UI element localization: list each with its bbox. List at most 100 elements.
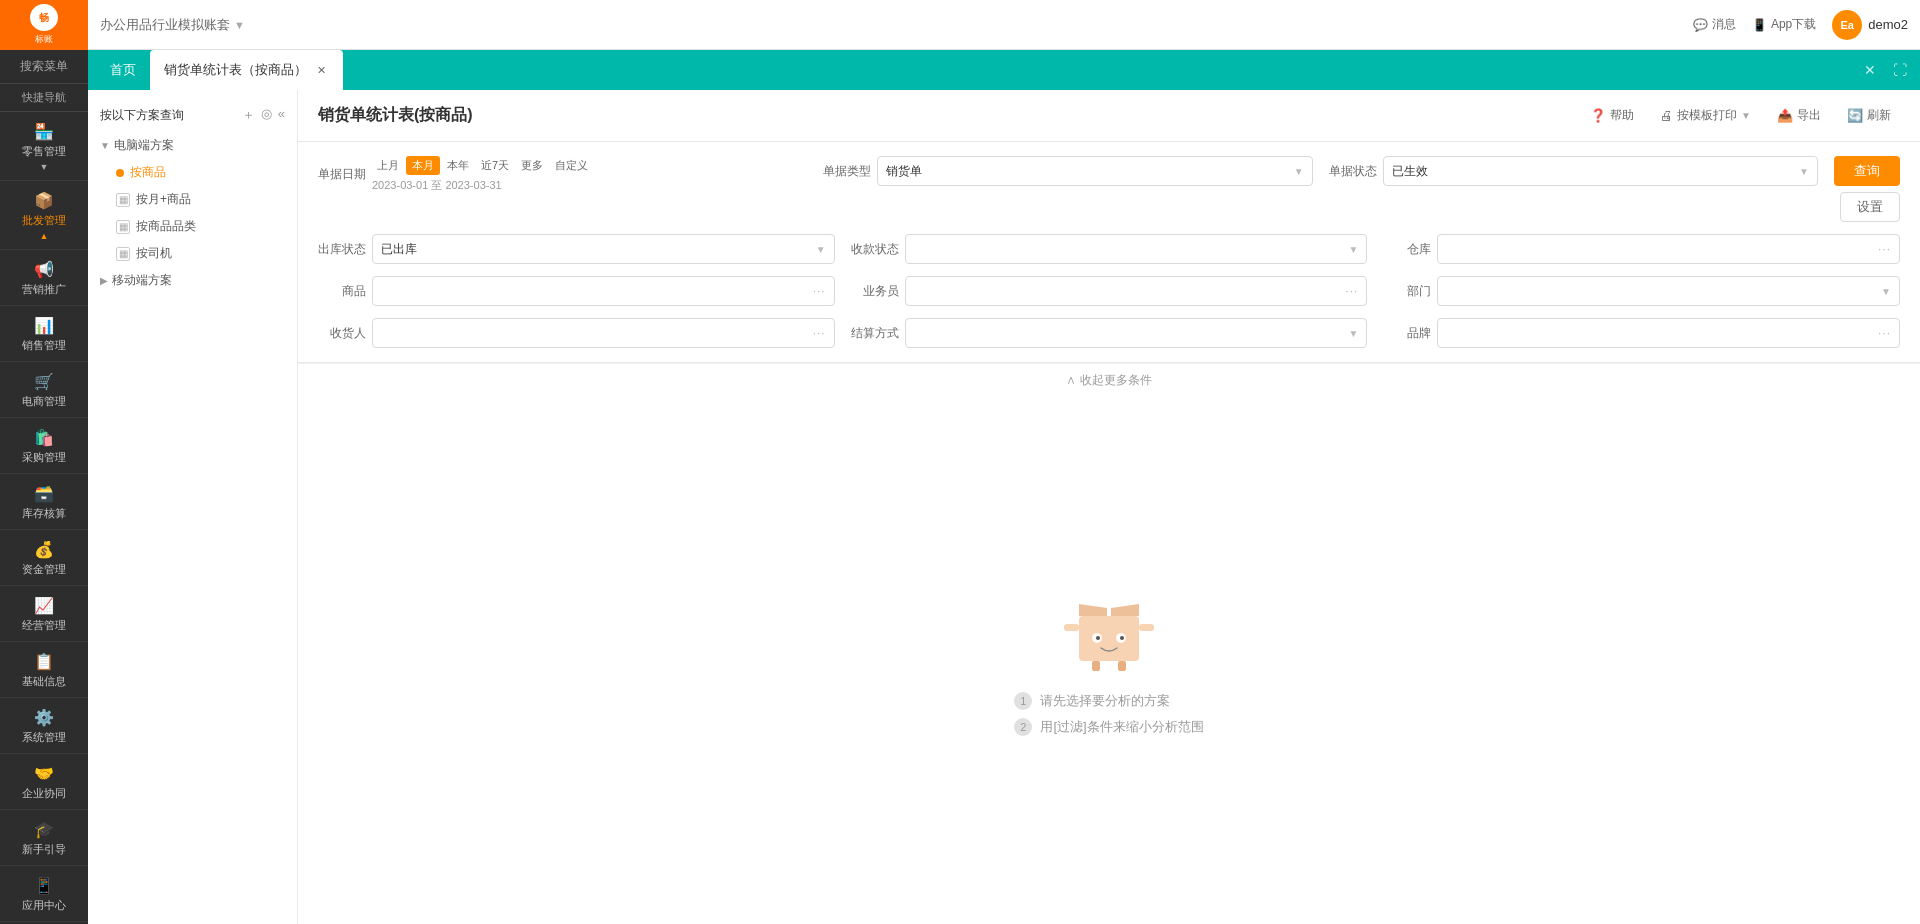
tab-home[interactable]: 首页 <box>96 50 150 90</box>
product-input[interactable]: ··· <box>372 276 835 306</box>
brand-label: 品牌 <box>1383 325 1431 342</box>
hint-1-text: 请先选择要分析的方案 <box>1040 692 1170 710</box>
receiver-label: 收货人 <box>318 325 366 342</box>
hint-2-num: 2 <box>1014 718 1032 736</box>
tree-item-by-product[interactable]: 按商品 <box>104 159 297 186</box>
sidebar-item-system[interactable]: ⚙️ 系统管理 <box>0 698 88 754</box>
sidebar-item-wholesale[interactable]: 📦 批发管理 ▲ <box>0 181 88 250</box>
tab-report-close[interactable]: ✕ <box>313 62 329 78</box>
sidebar-item-retail[interactable]: 🏪 零售管理 ▼ <box>0 112 88 181</box>
out-status-label: 出库状态 <box>318 241 366 258</box>
sidebar-item-purchase[interactable]: 🛍️ 采购管理 <box>0 418 88 474</box>
app-download-action[interactable]: 📱 App下载 <box>1752 16 1816 33</box>
collapse-bar[interactable]: ∧ 收起更多条件 <box>298 363 1920 397</box>
sidebar-logo[interactable]: 畅 标账 <box>0 0 88 50</box>
collapse-panel-icon[interactable]: « <box>278 106 285 124</box>
department-wrapper: 部门 ▼ <box>1383 276 1900 306</box>
add-scheme-icon[interactable]: ＋ <box>242 106 255 124</box>
sidebar-item-retail-label: 零售管理 <box>22 144 66 159</box>
topbar-chevron[interactable]: ▼ <box>234 19 245 31</box>
svg-rect-8 <box>1139 624 1154 631</box>
sidebar-item-finance[interactable]: 💰 资金管理 <box>0 530 88 586</box>
tab-report-label: 销货单统计表（按商品） <box>164 61 307 79</box>
inventory-icon: 🗃️ <box>34 484 54 503</box>
tab-report[interactable]: 销货单统计表（按商品） ✕ <box>150 50 343 90</box>
left-panel-header: 按以下方案查询 ＋ ◎ « <box>88 100 297 132</box>
brand-wrapper: 品牌 ··· <box>1383 318 1900 348</box>
page-title: 销货单统计表(按商品) <box>318 105 473 126</box>
sidebar-item-wholesale-label: 批发管理 <box>22 213 66 228</box>
message-icon: 💬 <box>1693 18 1708 32</box>
sidebar-item-operations[interactable]: 📈 经营管理 <box>0 586 88 642</box>
type-label: 单据类型 <box>823 163 871 180</box>
hint-1-num: 1 <box>1014 692 1032 710</box>
sidebar-item-apps[interactable]: 📱 应用中心 <box>0 866 88 922</box>
hint-2-text: 用[过滤]条件来缩小分析范围 <box>1040 718 1203 736</box>
payment-method-select[interactable]: ▼ <box>905 318 1368 348</box>
sidebar-item-marketing[interactable]: 📢 营销推广 <box>0 250 88 306</box>
date-tab-custom[interactable]: 自定义 <box>550 156 593 175</box>
sidebar-item-inventory[interactable]: 🗃️ 库存核算 <box>0 474 88 530</box>
by-month-product-label: 按月+商品 <box>136 191 191 208</box>
query-button[interactable]: 查询 <box>1834 156 1900 186</box>
page-header-actions: ❓ 帮助 🖨 按模板打印 ▼ 📤 导出 <box>1581 102 1900 129</box>
tree-mobile-section[interactable]: ▶ 移动端方案 <box>88 267 297 294</box>
status-select[interactable]: 已生效 ▼ <box>1383 156 1818 186</box>
date-tab-this-year[interactable]: 本年 <box>442 156 474 175</box>
page-header: 销货单统计表(按商品) ❓ 帮助 🖨 按模板打印 ▼ <box>298 90 1920 142</box>
template-print-button[interactable]: 🖨 按模板打印 ▼ <box>1651 102 1760 129</box>
topbar-title-text: 办公用品行业模拟账套 <box>100 16 230 34</box>
product-label: 商品 <box>318 283 366 300</box>
help-button[interactable]: ❓ 帮助 <box>1581 102 1643 129</box>
date-field-wrapper: 单据日期 上月 本月 本年 近7天 更多 自定义 20 <box>318 156 807 193</box>
type-select[interactable]: 销货单 ▼ <box>877 156 1312 186</box>
sidebar-item-basic[interactable]: 📋 基础信息 <box>0 642 88 698</box>
left-panel: 按以下方案查询 ＋ ◎ « ▼ 电脑端方案 按商品 <box>88 90 298 924</box>
sidebar-search[interactable]: 搜索菜单 <box>0 50 88 84</box>
target-icon[interactable]: ◎ <box>261 106 272 124</box>
settings-button[interactable]: 设置 <box>1840 192 1900 222</box>
tree-pc-section[interactable]: ▼ 电脑端方案 <box>88 132 297 159</box>
date-control: 上月 本月 本年 近7天 更多 自定义 2023-03-01 至 2023-03… <box>372 156 807 193</box>
date-tab-this-month[interactable]: 本月 <box>406 156 440 175</box>
ecommerce-icon: 🛒 <box>34 372 54 391</box>
export-button[interactable]: 📤 导出 <box>1768 102 1830 129</box>
receiver-input[interactable]: ··· <box>372 318 835 348</box>
date-range: 2023-03-01 至 2023-03-31 <box>372 178 807 193</box>
purchase-icon: 🛍️ <box>34 428 54 447</box>
maximize-button[interactable]: ⛶ <box>1888 58 1912 82</box>
tree-item-by-product-category[interactable]: ▦ 按商品品类 <box>104 213 297 240</box>
date-tab-more[interactable]: 更多 <box>516 156 548 175</box>
tree-item-by-company[interactable]: ▦ 按司机 <box>104 240 297 267</box>
sidebar-item-enterprise[interactable]: 🤝 企业协同 <box>0 754 88 810</box>
empty-state: 1 请先选择要分析的方案 2 用[过滤]条件来缩小分析范围 <box>298 397 1920 924</box>
salesperson-input[interactable]: ··· <box>905 276 1368 306</box>
sidebar-item-newbie[interactable]: 🎓 新手引导 <box>0 810 88 866</box>
retail-icon: 🏪 <box>34 122 54 141</box>
warehouse-wrapper: 仓库 ··· <box>1383 234 1900 264</box>
refresh-button[interactable]: 🔄 刷新 <box>1838 102 1900 129</box>
date-tab-7days[interactable]: 近7天 <box>476 156 514 175</box>
sidebar-item-sales[interactable]: 📊 销售管理 <box>0 306 88 362</box>
date-tab-last-month[interactable]: 上月 <box>372 156 404 175</box>
pc-section-chevron: ▼ <box>100 140 110 151</box>
warehouse-label: 仓库 <box>1383 241 1431 258</box>
sidebar-item-finance-label: 资金管理 <box>22 562 66 577</box>
close-button[interactable]: ✕ <box>1858 58 1882 82</box>
department-select[interactable]: ▼ <box>1437 276 1900 306</box>
collect-status-select[interactable]: ▼ <box>905 234 1368 264</box>
sidebar-item-ecommerce[interactable]: 🛒 电商管理 <box>0 362 88 418</box>
warehouse-input[interactable]: ··· <box>1437 234 1900 264</box>
page-content: 按以下方案查询 ＋ ◎ « ▼ 电脑端方案 按商品 <box>88 90 1920 924</box>
out-status-select[interactable]: 已出库 ▼ <box>372 234 835 264</box>
right-panel: 销货单统计表(按商品) ❓ 帮助 🖨 按模板打印 ▼ <box>298 90 1920 924</box>
tree-item-by-month-product[interactable]: ▦ 按月+商品 <box>104 186 297 213</box>
user-area[interactable]: Ea demo2 <box>1832 10 1908 40</box>
active-dot <box>116 169 124 177</box>
product-wrapper: 商品 ··· <box>318 276 835 306</box>
sidebar-quick-nav[interactable]: 快捷导航 <box>0 84 88 112</box>
logo-icon: 畅 <box>30 4 58 31</box>
message-action[interactable]: 💬 消息 <box>1693 16 1736 33</box>
sidebar-item-apps-label: 应用中心 <box>22 898 66 913</box>
brand-input[interactable]: ··· <box>1437 318 1900 348</box>
